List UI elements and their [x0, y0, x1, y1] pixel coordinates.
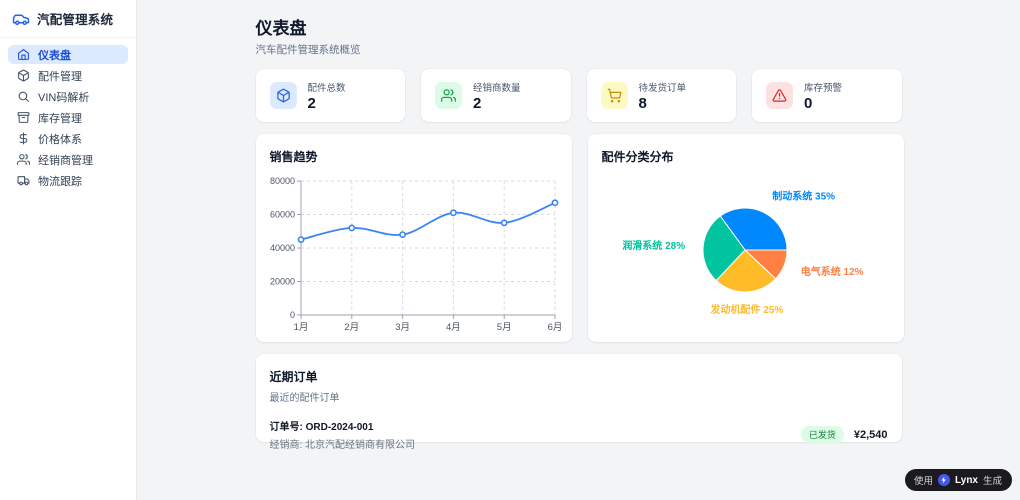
stats-row: 配件总数 2 经销商数量 2 待发货订单 8 库存预警 0: [255, 69, 902, 122]
svg-text:5月: 5月: [496, 322, 511, 333]
page-subtitle: 汽车配件管理系统概览: [255, 44, 361, 56]
sidebar-item-label: 物流跟踪: [38, 175, 82, 188]
orders-subtitle: 最近的配件订单: [269, 393, 340, 404]
sidebar-item-dashboard[interactable]: 仪表盘: [8, 45, 128, 64]
sidebar-item-vin[interactable]: VIN码解析: [8, 87, 128, 106]
stat-label: 库存预警: [804, 82, 843, 94]
package-icon: [269, 82, 297, 109]
stat-label: 经销商数量: [473, 82, 521, 94]
svg-text:4月: 4月: [446, 322, 461, 333]
orders-title: 近期订单: [269, 370, 318, 384]
sidebar-item-label: 价格体系: [38, 133, 82, 146]
recent-orders-card: 近期订单 最近的配件订单 订单号: ORD-2024-001 经销商: 北京汽配…: [255, 354, 902, 451]
svg-text:2月: 2月: [344, 322, 359, 333]
order-meta: 已发货 ¥2,540: [800, 426, 888, 443]
chart-title: 配件分类分布: [601, 150, 674, 164]
sidebar: 汽配管理系统 仪表盘 配件管理 VIN码解析 库存管理 价格体系 经销商管理 物…: [0, 0, 137, 500]
app-window: 汽配管理系统 仪表盘 配件管理 VIN码解析 库存管理 价格体系 经销商管理 物…: [0, 0, 1020, 500]
package-icon: [17, 69, 30, 82]
order-dealer: 经销商: 北京汽配经销商有限公司: [269, 440, 416, 451]
stat-label: 配件总数: [307, 82, 346, 94]
archive-icon: [17, 111, 30, 124]
dollar-icon: [17, 132, 30, 145]
truck-icon: [17, 174, 30, 187]
sidebar-item-logistics[interactable]: 物流跟踪: [8, 171, 128, 190]
svg-text:1月: 1月: [293, 322, 308, 333]
sidebar-item-label: VIN码解析: [38, 91, 90, 104]
lynx-logo-icon: [938, 474, 951, 486]
home-icon: [17, 48, 30, 61]
stat-value: 8: [638, 94, 647, 112]
alert-triangle-icon: [766, 82, 793, 109]
sidebar-item-label: 经销商管理: [38, 154, 93, 167]
lynx-generated-badge[interactable]: 使用 Lynx 生成: [905, 469, 1012, 491]
sales-trend-card: 销售趋势 0 20000 40000 60000 80000 1月 2月 3月 4月 5月 6月: [255, 134, 572, 342]
stat-card-dealer-count: 经销商数量 2: [421, 69, 571, 122]
sidebar-item-parts[interactable]: 配件管理: [8, 66, 128, 85]
svg-text:0: 0: [289, 310, 294, 320]
badge-prefix: 使用: [914, 476, 934, 487]
app-title: 汽配管理系统: [37, 13, 114, 27]
category-pie-chart: 制动系统 35% 润滑系统 28% 发动机配件 25% 电气系统 12%: [622, 190, 863, 316]
svg-text:20000: 20000: [269, 277, 294, 287]
charts-row: 销售趋势 0 20000 40000 60000 80000 1月 2月 3月 4月 5月 6月 配…: [255, 134, 904, 342]
svg-text:润滑系统 28%: 润滑系统 28%: [622, 239, 685, 252]
svg-text:制动系统 35%: 制动系统 35%: [772, 190, 835, 203]
svg-text:80000: 80000: [269, 176, 294, 186]
sidebar-item-pricing[interactable]: 价格体系: [8, 129, 128, 148]
svg-text:电气系统 12%: 电气系统 12%: [800, 265, 863, 278]
category-distribution-card: 配件分类分布 制动系统 35% 润滑系统 28% 发动机配件 25% 电气系统 12%: [587, 134, 904, 342]
sidebar-item-dealers[interactable]: 经销商管理: [8, 150, 128, 169]
svg-text:3月: 3月: [395, 322, 410, 333]
stat-value: 2: [473, 94, 482, 112]
cart-icon: [600, 82, 628, 109]
stat-card-stock-alert: 库存预警 0: [752, 69, 902, 122]
users-icon: [17, 153, 30, 166]
stat-card-parts-total: 配件总数 2: [255, 69, 405, 122]
order-info: 订单号: ORD-2024-001 经销商: 北京汽配经销商有限公司: [270, 418, 416, 451]
badge-brand: Lynx: [955, 474, 978, 486]
main-content: 仪表盘 汽车配件管理系统概览 配件总数 2 经销商数量 2 待发货订单 8 库存…: [137, 0, 1020, 500]
sidebar-item-label: 仪表盘: [38, 49, 71, 62]
svg-text:60000: 60000: [269, 210, 294, 220]
order-amount: ¥2,540: [853, 428, 888, 441]
stat-value: 0: [804, 94, 813, 112]
users-icon: [435, 82, 462, 109]
order-row[interactable]: 订单号: ORD-2024-001 经销商: 北京汽配经销商有限公司 已发货 ¥…: [270, 418, 888, 451]
car-icon: [12, 14, 30, 25]
status-badge: 已发货: [800, 426, 844, 443]
page-header: 仪表盘 汽车配件管理系统概览: [256, 14, 902, 57]
svg-text:6月: 6月: [547, 322, 562, 333]
sidebar-nav: 仪表盘 配件管理 VIN码解析 库存管理 价格体系 经销商管理 物流跟踪: [0, 38, 136, 199]
search-icon: [17, 90, 30, 103]
order-number: 订单号: ORD-2024-001: [269, 422, 374, 433]
sidebar-item-label: 库存管理: [38, 112, 82, 125]
stat-value: 2: [307, 94, 316, 112]
app-logo: 汽配管理系统: [0, 0, 136, 38]
chart-title: 销售趋势: [269, 150, 318, 164]
sidebar-item-inventory[interactable]: 库存管理: [8, 108, 128, 127]
sales-trend-line-chart: 0 20000 40000 60000 80000 1月 2月 3月 4月 5月 6月: [269, 176, 561, 333]
stat-label: 待发货订单: [638, 82, 687, 94]
svg-text:40000: 40000: [269, 243, 294, 253]
badge-suffix: 生成: [982, 476, 1002, 487]
sidebar-item-label: 配件管理: [38, 70, 82, 83]
stat-card-pending-orders: 待发货订单 8: [586, 69, 736, 122]
page-title: 仪表盘: [255, 19, 307, 38]
svg-text:发动机配件 25%: 发动机配件 25%: [709, 303, 783, 316]
